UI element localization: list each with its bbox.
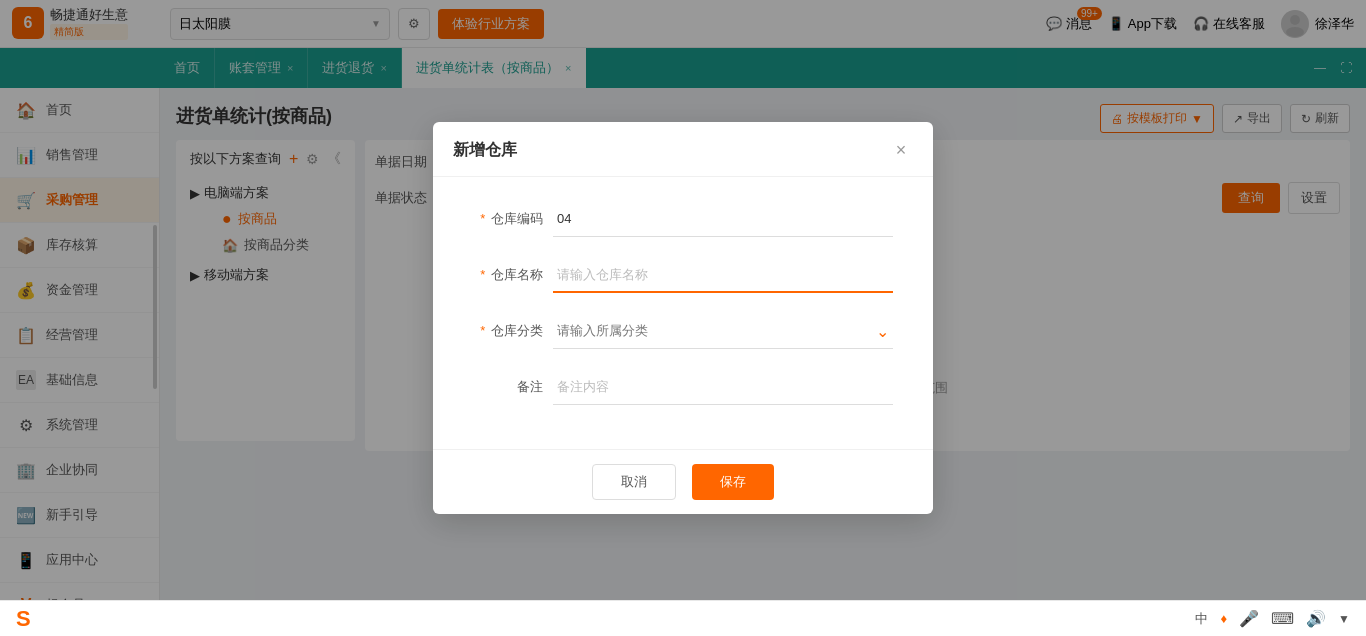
form-row-category: * 仓库分类 ⌄ <box>473 313 893 349</box>
modal-new-warehouse: 新增仓库 × * 仓库编码 * 仓库名称 <box>433 122 933 514</box>
form-row-remark: 备注 <box>473 369 893 405</box>
category-input[interactable] <box>553 313 893 349</box>
bottom-bar: S 中 ♦ 🎤 ⌨ 🔊 ▼ <box>0 600 1366 636</box>
bottom-diamond-icon[interactable]: ♦ <box>1220 611 1227 626</box>
code-label: * 仓库编码 <box>473 210 553 228</box>
modal-header: 新增仓库 × <box>433 122 933 177</box>
form-row-code: * 仓库编码 <box>473 201 893 237</box>
category-label: * 仓库分类 <box>473 322 553 340</box>
modal-overlay[interactable]: 新增仓库 × * 仓库编码 * 仓库名称 <box>0 0 1366 636</box>
bottom-sound-icon[interactable]: 🔊 <box>1306 609 1326 628</box>
bottom-more-icon[interactable]: ▼ <box>1338 612 1350 626</box>
name-input[interactable] <box>553 257 893 293</box>
modal-title: 新增仓库 <box>453 140 517 161</box>
name-label: * 仓库名称 <box>473 266 553 284</box>
bottom-icons: 中 ♦ 🎤 ⌨ 🔊 ▼ <box>1195 609 1350 628</box>
bottom-lang-icon[interactable]: 中 <box>1195 610 1208 628</box>
bottom-keyboard-icon[interactable]: ⌨ <box>1271 609 1294 628</box>
code-input[interactable] <box>553 201 893 237</box>
remark-input[interactable] <box>553 369 893 405</box>
required-star-3: * <box>480 323 485 338</box>
remark-label: 备注 <box>473 378 553 396</box>
form-row-name: * 仓库名称 <box>473 257 893 293</box>
modal-close-button[interactable]: × <box>889 138 913 162</box>
bottom-logo: S <box>16 606 31 632</box>
category-select-wrapper: ⌄ <box>553 313 893 349</box>
modal-body: * 仓库编码 * 仓库名称 * 仓库分类 <box>433 177 933 449</box>
cancel-button[interactable]: 取消 <box>592 464 676 500</box>
modal-footer: 取消 保存 <box>433 449 933 514</box>
save-button[interactable]: 保存 <box>692 464 774 500</box>
required-star: * <box>480 211 485 226</box>
required-star-2: * <box>480 267 485 282</box>
bottom-mic-icon[interactable]: 🎤 <box>1239 609 1259 628</box>
